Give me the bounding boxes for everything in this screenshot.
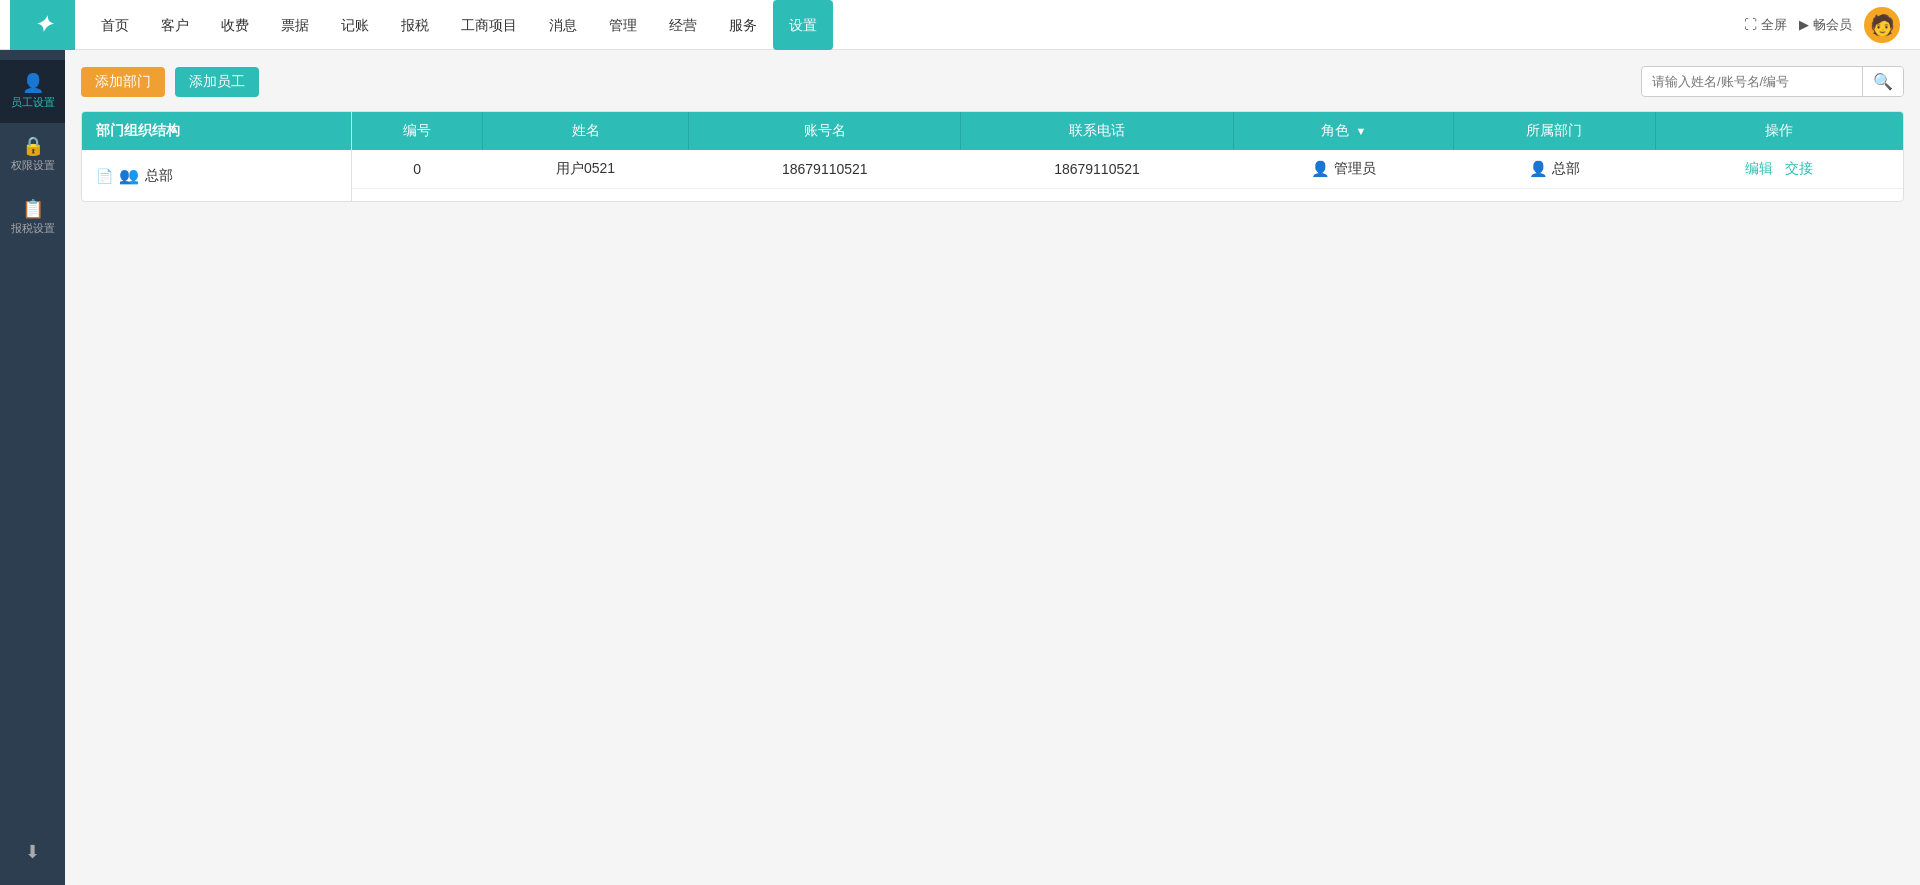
fullscreen-label: 全屏 (1761, 16, 1787, 34)
avatar[interactable]: 🧑 (1864, 7, 1900, 43)
add-department-button[interactable]: 添加部门 (81, 67, 165, 97)
transfer-link[interactable]: 交接 (1785, 160, 1813, 176)
membership-label: 畅会员 (1813, 16, 1852, 34)
nav-item-accounting[interactable]: 记账 (325, 0, 385, 50)
table-row: 0 用户0521 18679110521 18679110521 👤 管理员 👤… (352, 150, 1903, 189)
dept-tree: 📄 👥 总部 (82, 150, 351, 201)
avatar-icon: 🧑 (1870, 13, 1895, 37)
dept-user-icon: 👤 (1529, 160, 1548, 178)
sidebar-item-tax-settings[interactable]: 📋 报税设置 (0, 186, 65, 249)
download-icon: ⬇ (25, 843, 40, 861)
nav-item-home[interactable]: 首页 (85, 0, 145, 50)
search-input[interactable] (1642, 69, 1862, 94)
table-head: 编号 姓名 账号名 联系电话 角 (352, 112, 1903, 150)
col-account: 账号名 (689, 112, 961, 150)
nav-item-fee[interactable]: 收费 (205, 0, 265, 50)
membership-icon: ▶ (1799, 17, 1809, 32)
role-value: 管理员 (1334, 160, 1376, 178)
person-icon: 👤 (22, 74, 44, 92)
cell-name: 用户0521 (482, 150, 688, 189)
search-button[interactable]: 🔍 (1862, 67, 1903, 96)
nav-items: 首页客户收费票据记账报税工商项目消息管理经营服务设置 (75, 0, 1744, 50)
nav-item-tax[interactable]: 报税 (385, 0, 445, 50)
fullscreen-icon: ⛶ (1744, 17, 1757, 32)
membership-button[interactable]: ▶ 畅会员 (1799, 16, 1852, 34)
col-name: 姓名 (482, 112, 688, 150)
dept-name-general: 总部 (145, 167, 173, 185)
nav-item-customer[interactable]: 客户 (145, 0, 205, 50)
add-employee-button[interactable]: 添加员工 (175, 67, 259, 97)
nav-right: ⛶ 全屏 ▶ 畅会员 🧑 (1744, 7, 1910, 43)
table-header-row: 编号 姓名 账号名 联系电话 角 (352, 112, 1903, 150)
col-role[interactable]: 角色 ▼ (1233, 112, 1454, 150)
role-filter-icon[interactable]: ▼ (1356, 125, 1367, 137)
main-layout: 👤 员工设置 🔒 权限设置 📋 报税设置 ⬇ 添加部门 添加员工 🔍 (0, 50, 1920, 885)
nav-item-service[interactable]: 服务 (713, 0, 773, 50)
tax-icon: 📋 (22, 200, 44, 218)
cell-role: 👤 管理员 (1233, 150, 1454, 189)
cell-account: 18679110521 (689, 150, 961, 189)
role-user-icon: 👤 (1311, 160, 1330, 178)
cell-action: 编辑 交接 (1655, 150, 1903, 189)
nav-item-message[interactable]: 消息 (533, 0, 593, 50)
cell-phone: 18679110521 (961, 150, 1233, 189)
cell-number: 0 (352, 150, 482, 189)
logo-icon: ✦ (34, 12, 52, 38)
nav-item-operation[interactable]: 经营 (653, 0, 713, 50)
search-box: 🔍 (1641, 66, 1904, 97)
employee-table: 编号 姓名 账号名 联系电话 角 (352, 112, 1903, 189)
sidebar-label-tax: 报税设置 (11, 222, 55, 235)
table-body: 0 用户0521 18679110521 18679110521 👤 管理员 👤… (352, 150, 1903, 189)
top-nav: ✦ 首页客户收费票据记账报税工商项目消息管理经营服务设置 ⛶ 全屏 ▶ 畅会员 … (0, 0, 1920, 50)
col-phone: 联系电话 (961, 112, 1233, 150)
sidebar-label-employee: 员工设置 (11, 96, 55, 109)
dept-panel: 部门组织结构 📄 👥 总部 (82, 112, 352, 201)
nav-item-management[interactable]: 管理 (593, 0, 653, 50)
cell-dept: 👤 总部 (1454, 150, 1655, 189)
edit-link[interactable]: 编辑 (1745, 160, 1773, 176)
panels: 部门组织结构 📄 👥 总部 编号 (81, 111, 1904, 202)
sidebar-item-employee-settings[interactable]: 👤 员工设置 (0, 60, 65, 123)
dept-panel-header: 部门组织结构 (82, 112, 351, 150)
sidebar-item-permission-settings[interactable]: 🔒 权限设置 (0, 123, 65, 186)
dept-value: 总部 (1552, 160, 1580, 178)
col-number: 编号 (352, 112, 482, 150)
nav-item-settings[interactable]: 设置 (773, 0, 833, 50)
content-area: 添加部门 添加员工 🔍 部门组织结构 📄 👥 总部 (65, 50, 1920, 885)
sidebar-item-download[interactable]: ⬇ (21, 829, 44, 875)
col-dept: 所属部门 (1454, 112, 1655, 150)
nav-item-business[interactable]: 工商项目 (445, 0, 533, 50)
sidebar-bottom: ⬇ (21, 829, 44, 885)
col-action: 操作 (1655, 112, 1903, 150)
sidebar: 👤 员工设置 🔒 权限设置 📋 报税设置 ⬇ (0, 50, 65, 885)
lock-icon: 🔒 (22, 137, 44, 155)
file-icon: 📄 (96, 168, 113, 184)
nav-item-invoice[interactable]: 票据 (265, 0, 325, 50)
user-group-icon: 👥 (119, 166, 139, 185)
logo[interactable]: ✦ (10, 0, 75, 50)
dept-tree-item-general[interactable]: 📄 👥 总部 (92, 160, 341, 191)
sidebar-label-permission: 权限设置 (11, 159, 55, 172)
table-panel: 编号 姓名 账号名 联系电话 角 (352, 112, 1903, 201)
fullscreen-button[interactable]: ⛶ 全屏 (1744, 16, 1787, 34)
toolbar: 添加部门 添加员工 🔍 (81, 66, 1904, 97)
